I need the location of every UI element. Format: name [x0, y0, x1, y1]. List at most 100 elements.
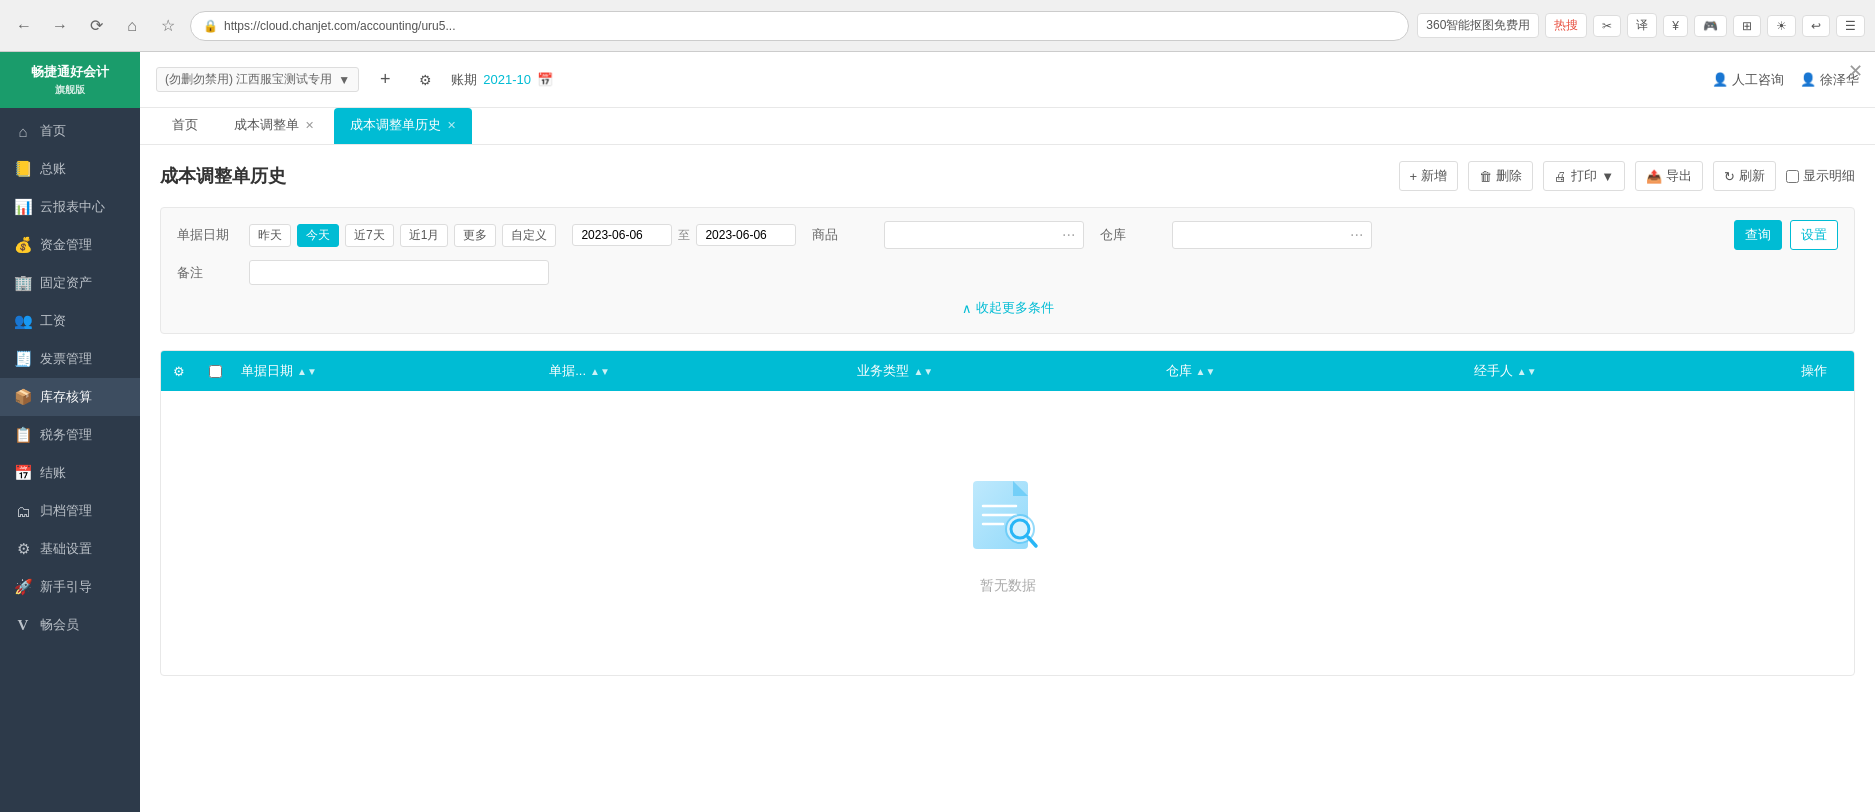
guide-icon: 🚀 — [14, 578, 32, 596]
query-button[interactable]: 查询 — [1734, 220, 1782, 250]
sidebar-item-label: 新手引导 — [40, 578, 92, 596]
filter-row-1: 单据日期 昨天 今天 近7天 近1月 更多 自定义 至 商品 — [177, 220, 1838, 250]
new-label: 新增 — [1421, 167, 1447, 185]
sidebar-item-tax[interactable]: 📋 税务管理 — [0, 416, 140, 454]
sidebar-item-funds[interactable]: 💰 资金管理 — [0, 226, 140, 264]
sidebar-item-label: 基础设置 — [40, 540, 92, 558]
shortcut-7days[interactable]: 近7天 — [345, 224, 394, 247]
shortcut-1month[interactable]: 近1月 — [400, 224, 449, 247]
th-number[interactable]: 单据... ▲▼ — [541, 362, 849, 380]
delete-icon: 🗑 — [1479, 169, 1492, 184]
tab-home[interactable]: 首页 — [156, 108, 214, 144]
settings-tool[interactable]: ☀ — [1767, 15, 1796, 37]
service-label: 人工咨询 — [1732, 71, 1784, 89]
wallet-tool[interactable]: ¥ — [1663, 15, 1688, 37]
setting-button[interactable]: 设置 — [1790, 220, 1838, 250]
calendar-icon[interactable]: 📅 — [537, 72, 553, 87]
window-close-btn[interactable]: ✕ — [1848, 60, 1863, 82]
tab-cost-adjust[interactable]: 成本调整单 ✕ — [218, 108, 330, 144]
tab-menu-button[interactable]: ⚙ — [411, 66, 439, 94]
service-icon: 👤 — [1712, 72, 1728, 87]
top-bar-right: 👤 人工咨询 👤 徐泽华 — [1712, 71, 1859, 89]
search-tool[interactable]: 360智能抠图免费用 — [1417, 13, 1539, 38]
company-selector[interactable]: (勿删勿禁用) 江西服宝测试专用 ▼ — [156, 67, 359, 92]
game-tool[interactable]: 🎮 — [1694, 15, 1727, 37]
sidebar-item-settings[interactable]: ⚙ 基础设置 — [0, 530, 140, 568]
sidebar-item-ledger[interactable]: 📒 总账 — [0, 150, 140, 188]
delete-button[interactable]: 🗑 删除 — [1468, 161, 1533, 191]
main-wrapper: (勿删勿禁用) 江西服宝测试专用 ▼ + ⚙ 账期 2021-10 📅 👤 人工… — [140, 52, 1875, 812]
sidebar-item-invoices[interactable]: 🧾 发票管理 — [0, 340, 140, 378]
app-logo: 畅捷通好会计 旗舰版 — [0, 52, 140, 108]
undo-tool[interactable]: ↩ — [1802, 15, 1830, 37]
filter-row-2: 备注 — [177, 260, 1838, 285]
tabs-bar: 首页 成本调整单 ✕ 成本调整单历史 ✕ ✕ — [140, 108, 1875, 145]
star-button[interactable]: ☆ — [154, 12, 182, 40]
hot-search[interactable]: 热搜 — [1545, 13, 1587, 38]
collapse-icon: ∧ — [962, 301, 972, 316]
export-button[interactable]: 📤 导出 — [1635, 161, 1703, 191]
sidebar-item-label: 结账 — [40, 464, 66, 482]
date-from-input[interactable] — [572, 224, 672, 246]
page-actions: + 新增 🗑 删除 🖨 打印 ▼ 📤 导出 — [1399, 161, 1855, 191]
logo-sub-text: 旗舰版 — [55, 83, 85, 97]
user-service-btn[interactable]: 👤 人工咨询 — [1712, 71, 1784, 89]
table-select-all[interactable] — [197, 365, 233, 378]
goods-selector[interactable]: ··· — [884, 221, 1084, 249]
date-to-input[interactable] — [696, 224, 796, 246]
collapse-button[interactable]: ∧ 收起更多条件 — [177, 295, 1838, 321]
th-warehouse-label: 仓库 — [1166, 362, 1192, 380]
scissors-tool[interactable]: ✂ — [1593, 15, 1621, 37]
translate-tool[interactable]: 译 — [1627, 13, 1657, 38]
forward-button[interactable]: → — [46, 12, 74, 40]
table-gear-btn[interactable]: ⚙ — [161, 364, 197, 379]
th-warehouse[interactable]: 仓库 ▲▼ — [1158, 362, 1466, 380]
th-date[interactable]: 单据日期 ▲▼ — [233, 362, 541, 380]
date-range: 至 — [572, 224, 796, 246]
sidebar-item-payroll[interactable]: 👥 工资 — [0, 302, 140, 340]
sidebar-item-member[interactable]: V 畅会员 — [0, 606, 140, 644]
sidebar-item-reports[interactable]: 📊 云报表中心 — [0, 188, 140, 226]
th-biz-type-label: 业务类型 — [857, 362, 909, 380]
shortcut-yesterday[interactable]: 昨天 — [249, 224, 291, 247]
th-handler[interactable]: 经手人 ▲▼ — [1466, 362, 1774, 380]
sidebar-item-label: 税务管理 — [40, 426, 92, 444]
shortcut-today[interactable]: 今天 — [297, 224, 339, 247]
menu-tool[interactable]: ☰ — [1836, 15, 1865, 37]
display-toggle[interactable]: 显示明细 — [1786, 167, 1855, 185]
display-toggle-checkbox[interactable] — [1786, 170, 1799, 183]
sidebar-item-label: 发票管理 — [40, 350, 92, 368]
remark-input[interactable] — [249, 260, 549, 285]
tab-cost-adjust-history-close[interactable]: ✕ — [447, 119, 456, 132]
th-number-label: 单据... — [549, 362, 586, 380]
sidebar-item-home[interactable]: ⌂ 首页 — [0, 112, 140, 150]
reports-icon: 📊 — [14, 198, 32, 216]
shortcut-more[interactable]: 更多 — [454, 224, 496, 247]
th-biz-type[interactable]: 业务类型 ▲▼ — [849, 362, 1157, 380]
warehouse-selector[interactable]: ··· — [1172, 221, 1372, 249]
add-tab-button[interactable]: + — [371, 66, 399, 94]
print-icon: 🖨 — [1554, 169, 1567, 184]
sidebar-item-inventory[interactable]: 📦 库存核算 — [0, 378, 140, 416]
sidebar-item-assets[interactable]: 🏢 固定资产 — [0, 264, 140, 302]
th-actions: 操作 — [1774, 362, 1854, 380]
inventory-icon: 📦 — [14, 388, 32, 406]
invoices-icon: 🧾 — [14, 350, 32, 368]
sidebar-item-closing[interactable]: 📅 结账 — [0, 454, 140, 492]
refresh-button[interactable]: ↻ 刷新 — [1713, 161, 1776, 191]
sidebar-item-archive[interactable]: 🗂 归档管理 — [0, 492, 140, 530]
reload-button[interactable]: ⟳ — [82, 12, 110, 40]
address-bar[interactable]: 🔒 https://cloud.chanjet.com/accounting/u… — [190, 11, 1409, 41]
back-button[interactable]: ← — [10, 12, 38, 40]
print-button[interactable]: 🖨 打印 ▼ — [1543, 161, 1625, 191]
app-container: 畅捷通好会计 旗舰版 ⌂ 首页 📒 总账 📊 云报表中心 💰 资金管理 🏢 — [0, 52, 1875, 812]
home-button[interactable]: ⌂ — [118, 12, 146, 40]
new-button[interactable]: + 新增 — [1399, 161, 1459, 191]
tab-cost-adjust-history[interactable]: 成本调整单历史 ✕ — [334, 108, 472, 144]
sidebar-nav: ⌂ 首页 📒 总账 📊 云报表中心 💰 资金管理 🏢 固定资产 👥 工资 — [0, 108, 140, 812]
select-all-checkbox[interactable] — [209, 365, 222, 378]
sidebar-item-guide[interactable]: 🚀 新手引导 — [0, 568, 140, 606]
tab-cost-adjust-close[interactable]: ✕ — [305, 119, 314, 132]
grid-tool[interactable]: ⊞ — [1733, 15, 1761, 37]
shortcut-custom[interactable]: 自定义 — [502, 224, 556, 247]
